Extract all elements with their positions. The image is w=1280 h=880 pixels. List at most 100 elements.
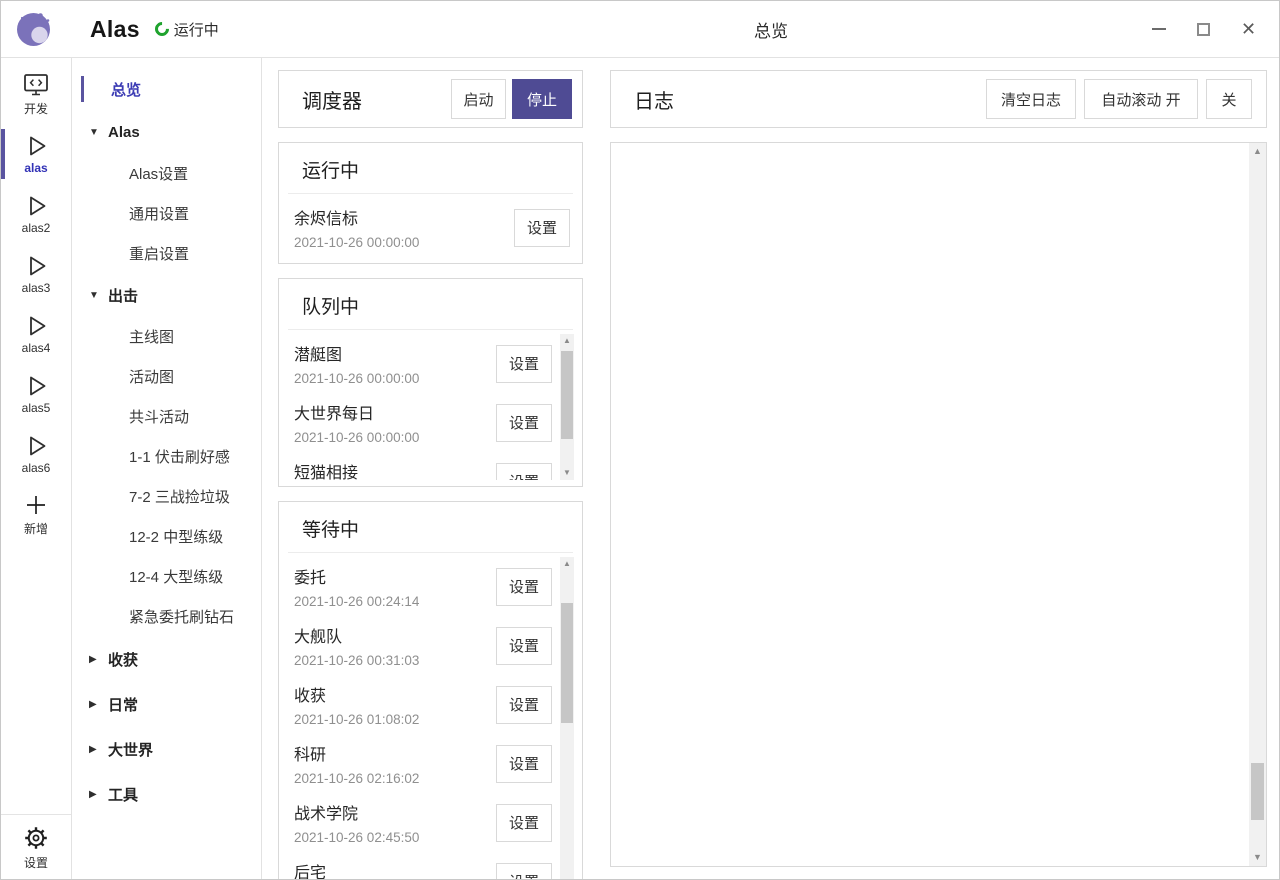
rail-item-alas6[interactable]: alas6 [1,424,71,484]
scroll-up-icon[interactable]: ▲ [1249,143,1266,160]
group-arrow-icon: ▼ [89,290,100,301]
start-button[interactable]: 启动 [451,79,506,119]
task-info: 委托 2021-10-26 00:24:14 [294,564,419,609]
rail-item-alas3[interactable]: alas3 [1,244,71,304]
play-icon [23,313,49,339]
scheduler-column: 调度器 启动 停止 运行中 余烬信标 2021-10-26 00:00:00 [262,58,598,879]
autoscroll-off-button[interactable]: 关 [1206,79,1252,119]
autoscroll-toggle-button[interactable]: 自动滚动 开 [1084,79,1198,119]
nav-item[interactable]: 7-2 三战捡垃圾 [72,476,261,516]
nav-item[interactable]: ▶ 大世界 [72,727,261,771]
waiting-scrollbar[interactable]: ▲ ▼ [560,557,574,880]
nav-item[interactable]: 通用设置 [72,193,261,233]
rail-item-label: 设置 [24,854,48,871]
task-settings-button[interactable]: 设置 [496,863,552,880]
task-name: 短猫相接 [294,459,419,480]
code-monitor-icon [22,72,50,98]
nav-item[interactable]: ▶ 日常 [72,682,261,726]
rail-item-alas[interactable]: alas [1,124,71,184]
group-arrow-icon: ▶ [89,744,100,755]
task-settings-button[interactable]: 设置 [496,345,552,383]
nav-item-label: 大世界 [108,739,153,760]
nav-item[interactable]: Alas设置 [72,153,261,193]
nav-item[interactable]: ▼ 出击 [72,274,261,316]
task-settings-button[interactable]: 设置 [514,209,570,247]
nav-item[interactable]: 1-1 伏击刷好感 [72,436,261,476]
play-icon [23,433,49,459]
minimize-icon [1152,28,1166,30]
nav-item-label: 12-4 大型练级 [129,566,223,587]
rail-item-dev[interactable]: 开发 [1,64,71,124]
task-row: 潜艇图 2021-10-26 00:00:00 设置 [294,334,574,393]
nav-item[interactable]: 12-4 大型练级 [72,556,261,596]
rail-item-alas2[interactable]: alas2 [1,184,71,244]
task-settings-button[interactable]: 设置 [496,686,552,724]
maximize-button[interactable] [1181,1,1226,57]
rail-spacer [1,544,71,814]
divider [288,329,573,330]
task-row: 大世界每日 2021-10-26 00:00:00 设置 [294,393,574,452]
running-list: 余烬信标 2021-10-26 00:00:00 设置 [294,198,574,257]
main-area: 开发 alas alas2 alas3 alas4 [1,58,1279,879]
scheduler-buttons: 启动 停止 [451,79,572,119]
waiting-title: 等待中 [279,502,582,552]
scrollbar-thumb[interactable] [561,351,573,439]
rail-item-label: alas4 [22,341,51,355]
log-scrollbar[interactable]: ▲ ▼ [1249,143,1266,866]
nav-item[interactable]: 重启设置 [72,233,261,273]
task-settings-button[interactable]: 设置 [496,627,552,665]
nav-item[interactable]: 共斗活动 [72,396,261,436]
rail-item-add[interactable]: 新增 [1,484,71,544]
task-settings-button[interactable]: 设置 [496,568,552,606]
nav-item[interactable]: ▼ Alas [72,111,261,153]
task-settings-button[interactable]: 设置 [496,804,552,842]
nav-item[interactable]: 12-2 中型练级 [72,516,261,556]
minimize-button[interactable] [1136,1,1181,57]
nav-item[interactable]: ▶ 收获 [72,637,261,681]
task-time: 2021-10-26 00:24:14 [294,594,419,609]
scroll-down-icon[interactable]: ▼ [1249,849,1266,866]
rail-item-settings[interactable]: 设置 [1,815,71,879]
stop-button[interactable]: 停止 [512,79,572,119]
titlebar: Alas 运行中 总览 ✕ [1,1,1279,58]
queued-scrollbar[interactable]: ▲ ▼ [560,334,574,480]
gear-icon [22,824,50,852]
nav-item-label: 紧急委托刷钻石 [129,606,234,627]
task-settings-button[interactable]: 设置 [496,463,552,481]
task-row: 余烬信标 2021-10-26 00:00:00 设置 [294,198,574,257]
group-arrow-icon: ▶ [89,654,100,665]
play-icon [23,133,49,159]
scroll-down-icon[interactable]: ▼ [560,466,574,480]
task-info: 后宅 2021-10-26 04:19:27 [294,859,419,880]
scrollbar-thumb[interactable] [1251,763,1264,820]
nav-item-label: 日常 [108,694,138,715]
log-content[interactable] [611,143,1249,866]
nav-item[interactable]: 紧急委托刷钻石 [72,596,261,636]
scheduler-panel: 调度器 启动 停止 [278,70,583,128]
task-name: 战术学院 [294,800,419,824]
close-button[interactable]: ✕ [1226,1,1271,57]
nav-item[interactable]: 活动图 [72,356,261,396]
scrollbar-thumb[interactable] [561,603,573,723]
clear-log-button[interactable]: 清空日志 [986,79,1076,119]
play-icon [23,253,49,279]
scroll-up-icon[interactable]: ▲ [560,557,574,571]
task-settings-button[interactable]: 设置 [496,745,552,783]
rail-bottom: 设置 [1,814,71,879]
nav-item-label: 共斗活动 [129,406,189,427]
rail-item-alas5[interactable]: alas5 [1,364,71,424]
scroll-up-icon[interactable]: ▲ [560,334,574,348]
running-card: 运行中 余烬信标 2021-10-26 00:00:00 设置 [278,142,583,264]
task-name: 收获 [294,682,419,706]
scroll-down-icon[interactable]: ▼ [560,875,574,880]
divider [288,193,573,194]
nav-item[interactable]: 总览 [72,68,261,110]
close-icon: ✕ [1241,20,1256,38]
task-name: 委托 [294,564,419,588]
instance-rail: 开发 alas alas2 alas3 alas4 [1,58,72,879]
task-settings-button[interactable]: 设置 [496,404,552,442]
task-name: 大舰队 [294,623,419,647]
rail-item-alas4[interactable]: alas4 [1,304,71,364]
nav-item[interactable]: ▶ 工具 [72,772,261,816]
nav-item[interactable]: 主线图 [72,316,261,356]
